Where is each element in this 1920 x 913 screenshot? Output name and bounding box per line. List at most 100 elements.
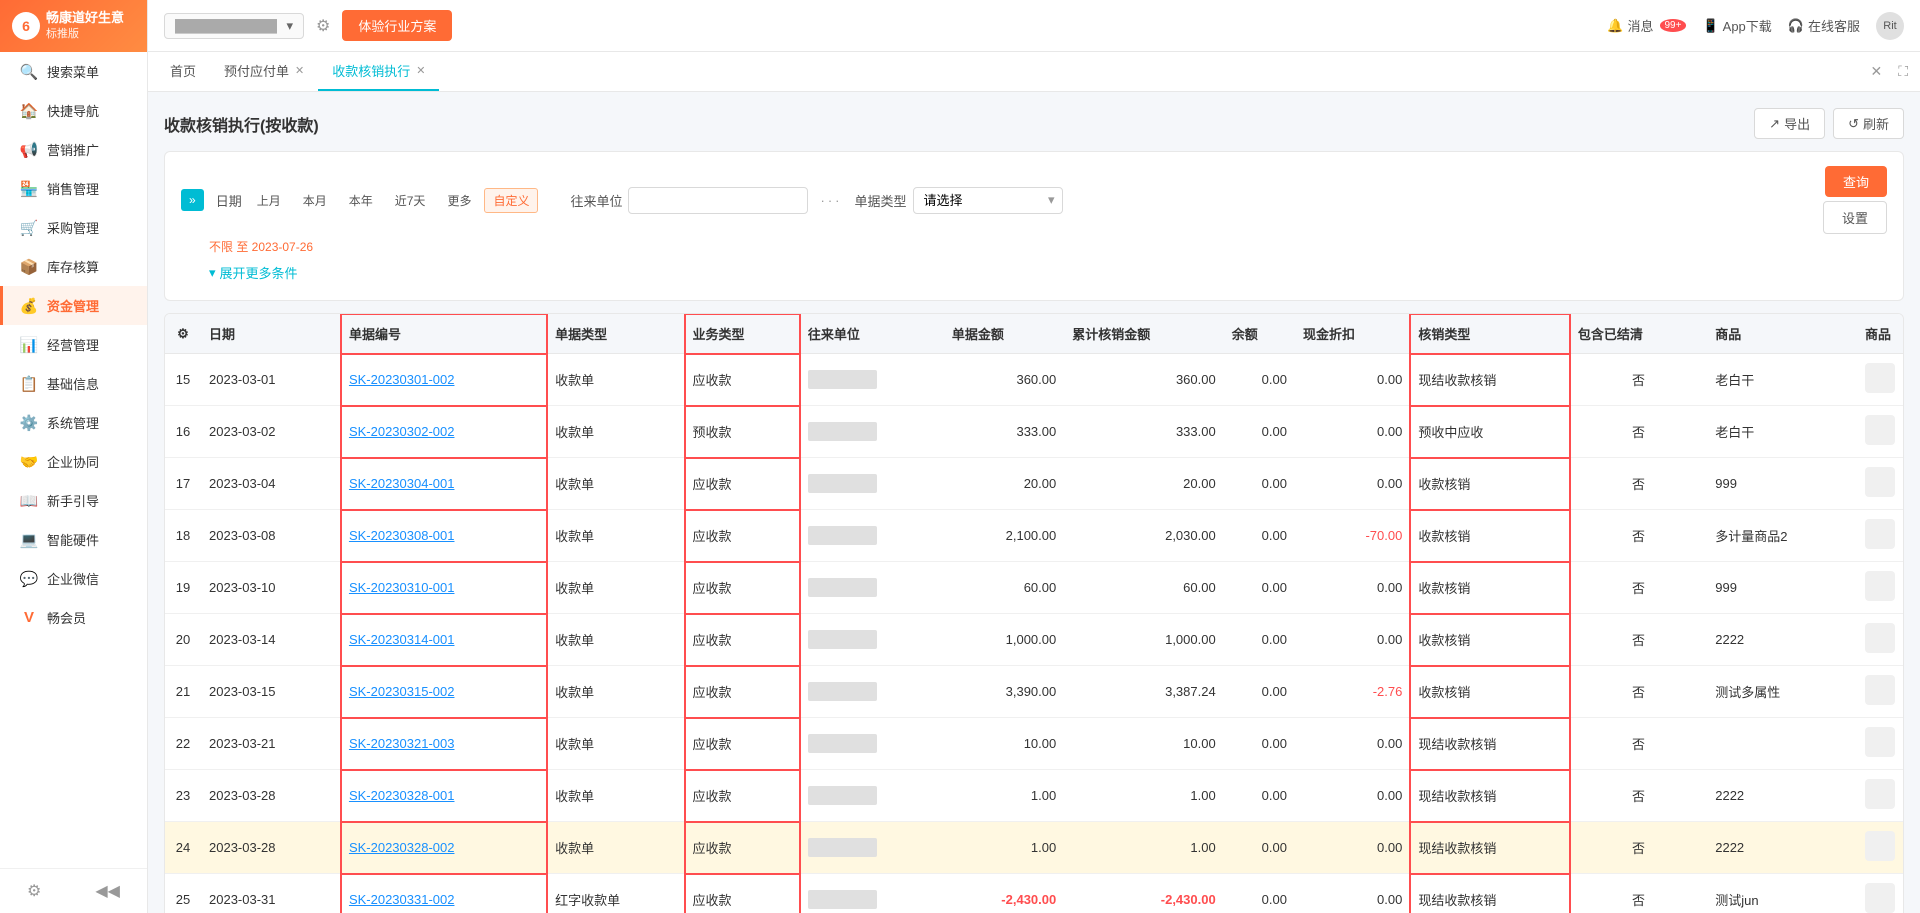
query-button[interactable]: 查询 — [1825, 166, 1887, 197]
row-verify-type: 现结收款核销 — [1410, 822, 1569, 874]
company-selector[interactable]: ████████████ ▾ — [164, 13, 304, 39]
row-order-type: 收款单 — [547, 666, 684, 718]
this-month-btn[interactable]: 本月 — [294, 188, 336, 213]
sidebar-item-hardware[interactable]: 💻 智能硬件 — [0, 520, 147, 559]
row-goods2 — [1857, 510, 1903, 562]
sidebar-item-marketing[interactable]: 📢 营销推广 — [0, 130, 147, 169]
order-link[interactable]: SK-20230304-001 — [349, 476, 455, 491]
customer-service-item[interactable]: 🎧 在线客服 — [1788, 16, 1860, 35]
sidebar-item-inventory[interactable]: 📦 库存核算 — [0, 247, 147, 286]
messages-item[interactable]: 🔔 消息 99+ — [1607, 16, 1686, 35]
tab-collection[interactable]: 收款核销执行 ✕ — [318, 52, 439, 91]
sidebar-item-sales[interactable]: 🏪 销售管理 — [0, 169, 147, 208]
row-date: 2023-03-28 — [201, 770, 341, 822]
tab-prepay-close[interactable]: ✕ — [295, 64, 304, 77]
row-date: 2023-03-02 — [201, 406, 341, 458]
order-link[interactable]: SK-20230302-002 — [349, 424, 455, 439]
order-link[interactable]: SK-20230321-003 — [349, 736, 455, 751]
close-tab-icon[interactable]: ✕ — [1866, 61, 1886, 82]
row-balance: 0.00 — [1224, 614, 1295, 666]
collapse-icon[interactable]: ◀◀ — [87, 877, 128, 905]
sidebar-item-label: 智能硬件 — [47, 530, 99, 549]
tab-collection-close[interactable]: ✕ — [416, 64, 425, 77]
sidebar-item-label: 企业协同 — [47, 452, 99, 471]
order-link[interactable]: SK-20230331-002 — [349, 892, 455, 907]
solution-button[interactable]: 体验行业方案 — [342, 10, 452, 41]
date-range-text: 不限 至 2023-07-26 — [209, 240, 313, 254]
maximize-icon[interactable]: ⛶ — [1894, 61, 1912, 82]
row-balance: 0.00 — [1224, 354, 1295, 406]
sidebar-item-label: 基础信息 — [47, 374, 99, 393]
tab-home[interactable]: 首页 — [156, 52, 210, 91]
filter-counterparty-item: 往来单位 — [570, 187, 808, 214]
sidebar-item-member[interactable]: V 畅会员 — [0, 598, 147, 637]
page-header-actions: ↗ 导出 ↺ 刷新 — [1754, 108, 1904, 139]
table-scroll-wrap[interactable]: ⚙ 日期 单据编号 单据类型 业务类型 往来单位 单据金额 累计核销金额 余额 … — [165, 314, 1903, 913]
gear-icon[interactable]: ⚙ — [316, 16, 330, 36]
row-biz-type: 预收款 — [685, 406, 800, 458]
more-date-btn[interactable]: 更多 — [438, 188, 480, 213]
row-counterparty — [800, 770, 944, 822]
row-date: 2023-03-08 — [201, 510, 341, 562]
order-link[interactable]: SK-20230328-001 — [349, 788, 455, 803]
col-amount: 单据金额 — [944, 314, 1064, 354]
row-biz-type: 应收款 — [685, 666, 800, 718]
row-date: 2023-03-04 — [201, 458, 341, 510]
refresh-button[interactable]: ↺ 刷新 — [1833, 108, 1904, 139]
counterparty-input[interactable] — [628, 187, 808, 214]
sidebar-item-collab[interactable]: 🤝 企业协同 — [0, 442, 147, 481]
receipt-type-select[interactable]: 请选择 收款单 红字收款单 — [913, 187, 1063, 214]
row-date: 2023-03-01 — [201, 354, 341, 406]
this-year-btn[interactable]: 本年 — [340, 188, 382, 213]
settings-bottom-icon[interactable]: ⚙ — [19, 877, 49, 905]
app-download-item[interactable]: 📱 App下载 — [1702, 16, 1771, 35]
col-goods: 商品 — [1707, 314, 1857, 354]
sidebar-item-finance[interactable]: 💰 资金管理 — [0, 286, 147, 325]
order-link[interactable]: SK-20230315-002 — [349, 684, 455, 699]
order-link[interactable]: SK-20230314-001 — [349, 632, 455, 647]
sidebar-item-label: 企业微信 — [47, 569, 99, 588]
row-order-type: 收款单 — [547, 718, 684, 770]
sidebar-item-wechat[interactable]: 💬 企业微信 — [0, 559, 147, 598]
row-balance: 0.00 — [1224, 874, 1295, 913]
row-goods: 多计量商品2 — [1707, 510, 1857, 562]
sidebar-item-nav[interactable]: 🏠 快捷导航 — [0, 91, 147, 130]
last-month-btn[interactable]: 上月 — [248, 188, 290, 213]
row-verified: 10.00 — [1064, 718, 1223, 770]
col-settings[interactable]: ⚙ — [165, 314, 201, 354]
sidebar-item-label: 快捷导航 — [47, 101, 99, 120]
order-link[interactable]: SK-20230308-001 — [349, 528, 455, 543]
tab-prepay[interactable]: 预付应付单 ✕ — [210, 52, 318, 91]
expand-more-conditions[interactable]: ▾ 展开更多条件 — [209, 263, 1887, 282]
order-link[interactable]: SK-20230310-001 — [349, 580, 455, 595]
sidebar-item-search[interactable]: 🔍 搜索菜单 — [0, 52, 147, 91]
row-verified: 60.00 — [1064, 562, 1223, 614]
row-verify-type: 预收中应收 — [1410, 406, 1569, 458]
inventory-icon: 📦 — [19, 258, 39, 276]
sidebar-item-system[interactable]: ⚙️ 系统管理 — [0, 403, 147, 442]
sidebar-item-label: 畅会员 — [47, 608, 86, 627]
row-discount: -70.00 — [1295, 510, 1410, 562]
custom-date-btn[interactable]: 自定义 — [484, 188, 538, 213]
export-button[interactable]: ↗ 导出 — [1754, 108, 1825, 139]
row-verify-type: 收款核销 — [1410, 510, 1569, 562]
order-link[interactable]: SK-20230328-002 — [349, 840, 455, 855]
setting-button[interactable]: 设置 — [1823, 201, 1887, 234]
purchase-icon: 🛒 — [19, 219, 39, 237]
sidebar-item-purchase[interactable]: 🛒 采购管理 — [0, 208, 147, 247]
col-date: 日期 — [201, 314, 341, 354]
sidebar-item-guide[interactable]: 📖 新手引导 — [0, 481, 147, 520]
messages-badge: 99+ — [1660, 19, 1687, 32]
user-avatar-item[interactable]: Rit — [1876, 12, 1904, 40]
order-link[interactable]: SK-20230301-002 — [349, 372, 455, 387]
table-row: 17 2023-03-04 SK-20230304-001 收款单 应收款 20… — [165, 458, 1903, 510]
row-goods — [1707, 718, 1857, 770]
filter-expand-arrow[interactable]: » — [181, 189, 204, 211]
last-7days-btn[interactable]: 近7天 — [386, 188, 435, 213]
sidebar-item-operations[interactable]: 📊 经营管理 — [0, 325, 147, 364]
row-amount: 60.00 — [944, 562, 1064, 614]
table-row: 19 2023-03-10 SK-20230310-001 收款单 应收款 60… — [165, 562, 1903, 614]
chevron-down-icon: ▾ — [209, 265, 216, 281]
sidebar-item-basic[interactable]: 📋 基础信息 — [0, 364, 147, 403]
wechat-icon: 💬 — [19, 570, 39, 588]
